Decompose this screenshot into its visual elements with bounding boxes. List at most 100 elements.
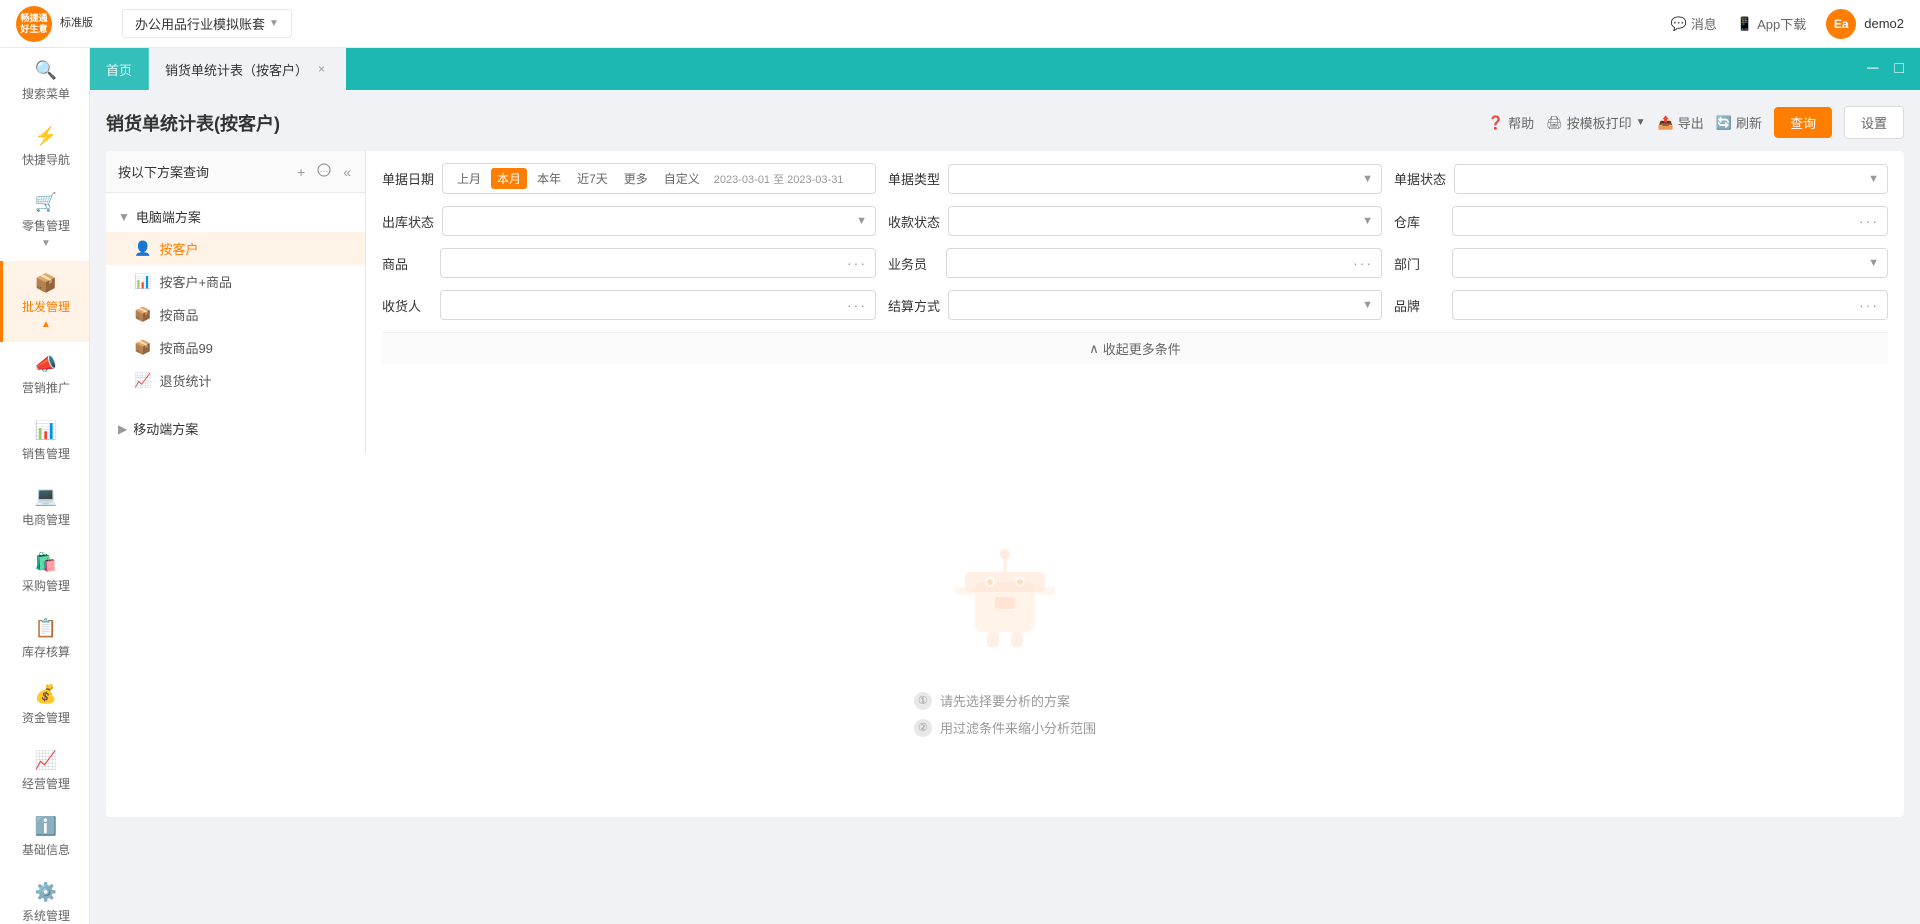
- template-print-button[interactable]: 🖨 按模板打印 ▼: [1546, 113, 1645, 132]
- scheme-item-by-product[interactable]: 📦 按商品: [106, 298, 365, 331]
- refresh-button[interactable]: 🔄 刷新: [1716, 113, 1762, 132]
- settings-button[interactable]: 设置: [1844, 106, 1904, 139]
- order-status-dropdown[interactable]: ▼: [1454, 164, 1888, 194]
- scheme-item-return-stats[interactable]: 📈 退货统计: [106, 364, 365, 397]
- filter-label-staff: 业务员: [888, 254, 938, 273]
- date-tab-this-month[interactable]: 本月: [491, 168, 527, 189]
- scheme-group-mobile: ▶ 移动端方案: [106, 405, 365, 452]
- filter-label-payment: 收款状态: [888, 212, 940, 231]
- help-button[interactable]: ❓ 帮助: [1488, 113, 1534, 132]
- edit-scheme-button[interactable]: ⋯: [315, 161, 333, 182]
- svg-text:⋯: ⋯: [320, 166, 329, 176]
- sidebar-item-inventory[interactable]: 📋 库存核算: [0, 606, 89, 672]
- brand-picker[interactable]: ···: [1452, 290, 1888, 320]
- sidebar-item-wholesale[interactable]: 📦 批发管理 ▲: [0, 261, 89, 342]
- tab-home-label: 首页: [106, 60, 132, 79]
- collapse-filters-button[interactable]: ∧ 收起更多条件: [382, 332, 1888, 364]
- date-tab-custom[interactable]: 自定义: [658, 168, 706, 189]
- dots-icon: ···: [847, 255, 867, 271]
- sidebar-item-retail[interactable]: 🛒 零售管理 ▼: [0, 180, 89, 261]
- scheme-header-title: 按以下方案查询: [118, 162, 209, 181]
- chart-bar-icon: 📊: [134, 273, 151, 290]
- page-content: 销货单统计表(按客户) ❓ 帮助 🖨 按模板打印 ▼ 📤 导出: [90, 90, 1920, 924]
- expand-icon: ▼: [41, 238, 51, 249]
- chevron-down-icon: ▼: [1362, 173, 1373, 185]
- gear-icon: ⚙️: [35, 882, 57, 903]
- empty-tip-2-text: 用过滤条件来缩小分析范围: [940, 718, 1096, 737]
- scheme-item-label: 退货统计: [159, 371, 211, 390]
- main-panel: 按以下方案查询 + ⋯ «: [106, 151, 1904, 817]
- avatar: Ea: [1826, 9, 1856, 39]
- sidebar-item-search-menu[interactable]: 🔍 搜索菜单: [0, 48, 89, 114]
- megaphone-icon: 📣: [35, 354, 57, 375]
- date-tab-more[interactable]: 更多: [618, 168, 654, 189]
- date-tab-last-7[interactable]: 近7天: [571, 168, 614, 189]
- sidebar-item-quick-nav[interactable]: ⚡ 快捷导航: [0, 114, 89, 180]
- message-icon: 💬: [1671, 16, 1687, 32]
- lightning-icon: ⚡: [35, 126, 57, 147]
- sidebar-item-purchase[interactable]: 🛍️ 采购管理: [0, 540, 89, 606]
- scheme-item-by-customer-product[interactable]: 📊 按客户+商品: [106, 265, 365, 298]
- messages-button[interactable]: 💬 消息: [1671, 14, 1717, 33]
- cart-icon: 🛒: [35, 192, 57, 213]
- tab-sales-stats[interactable]: 销货单统计表（按客户） ×: [149, 48, 346, 90]
- sidebar-item-label: 快捷导航: [22, 151, 70, 168]
- scheme-item-by-customer[interactable]: 👤 按客户: [106, 232, 365, 265]
- sidebar-item-marketing[interactable]: 📣 营销推广: [0, 342, 89, 408]
- sidebar-item-ecommerce[interactable]: 💻 电商管理: [0, 474, 89, 540]
- money-icon: 💰: [35, 684, 57, 705]
- package-icon: 📦: [35, 273, 57, 294]
- sidebar-item-basic[interactable]: ℹ️ 基础信息: [0, 804, 89, 870]
- download-icon: 📱: [1737, 16, 1753, 32]
- date-tabs: 上月 本月 本年 近7天 更多 自定义: [451, 168, 706, 189]
- collapse-label: 收起更多条件: [1103, 339, 1181, 358]
- add-scheme-button[interactable]: +: [295, 162, 307, 182]
- tab-close-icon[interactable]: ×: [314, 60, 329, 78]
- export-button[interactable]: 📤 导出: [1658, 113, 1704, 132]
- receiver-picker[interactable]: ···: [440, 290, 876, 320]
- industry-selector[interactable]: 办公用品行业模拟账套 ▼: [122, 9, 292, 38]
- sidebar-item-label: 库存核算: [22, 643, 70, 660]
- tab-home[interactable]: 首页: [90, 48, 149, 90]
- sidebar-item-finance[interactable]: 💰 资金管理: [0, 672, 89, 738]
- sidebar-item-label: 基础信息: [22, 841, 70, 858]
- staff-picker[interactable]: ···: [946, 248, 1382, 278]
- box-icon-2: 📦: [134, 339, 151, 356]
- dots-icon: ···: [1859, 213, 1879, 229]
- user-menu[interactable]: Ea demo2: [1826, 9, 1904, 39]
- app-download-button[interactable]: 📱 App下载: [1737, 14, 1806, 33]
- sidebar-item-label: 零售管理: [22, 217, 70, 234]
- date-tab-this-year[interactable]: 本年: [531, 168, 567, 189]
- filter-row-4: 收货人 ··· 结算方式 ▼: [382, 290, 1888, 320]
- sidebar-item-sales[interactable]: 📊 销售管理: [0, 408, 89, 474]
- filter-field-settlement: 结算方式 ▼: [888, 290, 1382, 320]
- warehouse-picker[interactable]: ···: [1452, 206, 1888, 236]
- sidebar-item-system[interactable]: ⚙️ 系统管理: [0, 870, 89, 924]
- scheme-group-desktop-title[interactable]: ▼ 电脑端方案: [106, 201, 365, 232]
- sidebar-item-label: 销售管理: [22, 445, 70, 462]
- settlement-dropdown[interactable]: ▼: [948, 290, 1382, 320]
- scheme-group-mobile-title[interactable]: ▶ 移动端方案: [106, 413, 365, 444]
- page-actions: ❓ 帮助 🖨 按模板打印 ▼ 📤 导出 🔄 刷新: [1488, 106, 1904, 139]
- scheme-item-by-product-99[interactable]: 📦 按商品99: [106, 331, 365, 364]
- product-picker[interactable]: ···: [440, 248, 876, 278]
- collapse-scheme-button[interactable]: «: [341, 162, 353, 182]
- date-filter[interactable]: 上月 本月 本年 近7天 更多 自定义 2023-03-01 至 2023-03…: [442, 163, 876, 194]
- delivery-status-dropdown[interactable]: ▼: [442, 206, 876, 236]
- sidebar-item-operations[interactable]: 📈 经营管理: [0, 738, 89, 804]
- top-header: 畅捷通好生意 标准版 办公用品行业模拟账套 ▼ 💬 消息 📱 App下载 Ea …: [0, 0, 1920, 48]
- payment-status-dropdown[interactable]: ▼: [948, 206, 1382, 236]
- info-icon: ℹ️: [35, 816, 57, 837]
- query-button[interactable]: 查询: [1774, 107, 1832, 138]
- order-type-dropdown[interactable]: ▼: [948, 164, 1382, 194]
- filter-field-warehouse: 仓库 ···: [1394, 206, 1888, 236]
- filter-content: 单据日期 上月 本月 本年 近7天 更多 自定义: [366, 151, 1904, 452]
- department-dropdown[interactable]: ▼: [1452, 248, 1888, 278]
- question-icon: ❓: [1488, 115, 1504, 131]
- sidebar-item-label: 资金管理: [22, 709, 70, 726]
- date-tab-last-month[interactable]: 上月: [451, 168, 487, 189]
- filter-label-date: 单据日期: [382, 169, 434, 188]
- minimize-button[interactable]: ─: [1863, 56, 1882, 82]
- maximize-button[interactable]: □: [1890, 56, 1908, 82]
- chart-icon: 📊: [35, 420, 57, 441]
